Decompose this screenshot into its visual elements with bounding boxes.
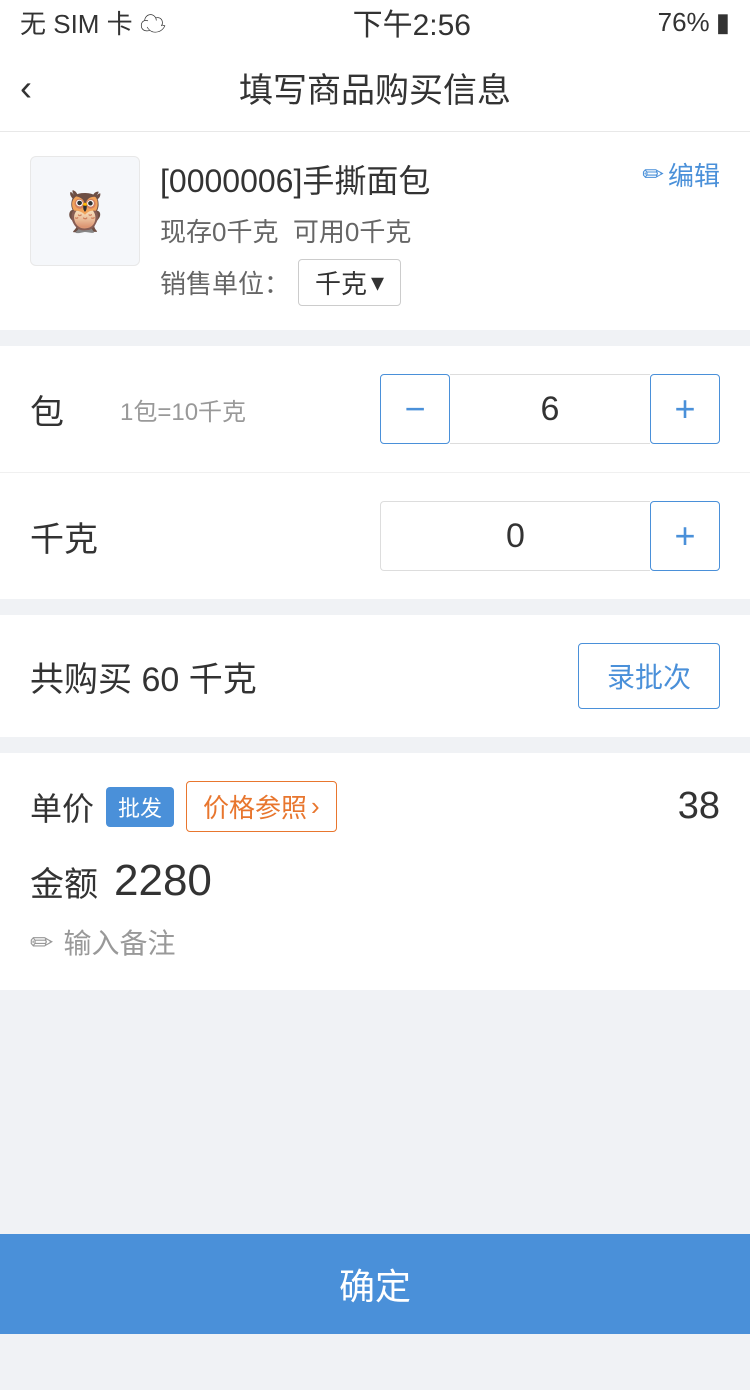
amount-row: 金额 2280 bbox=[30, 856, 720, 906]
confirm-bottom-bar[interactable]: 确定 bbox=[0, 1234, 750, 1334]
bao-input[interactable] bbox=[450, 374, 650, 444]
product-unit: 销售单位： 千克 ▾ bbox=[160, 259, 720, 306]
back-button[interactable]: ‹ bbox=[20, 67, 32, 109]
confirm-button[interactable]: 确定 bbox=[339, 1258, 411, 1310]
status-left: 无 SIM 卡 ☁ bbox=[20, 4, 166, 41]
nav-bar: ‹ 填写商品购买信息 bbox=[0, 44, 750, 132]
chevron-right-icon: › bbox=[311, 791, 320, 822]
summary-amount: 60 bbox=[141, 661, 188, 699]
kg-plus-button[interactable]: + bbox=[650, 501, 720, 571]
sim-signal: 无 SIM 卡 ☁ bbox=[20, 4, 166, 41]
quantity-bao-row: 包 1包=10千克 − + bbox=[0, 346, 750, 473]
battery-icon: ▮ bbox=[716, 7, 730, 38]
quantity-section: 包 1包=10千克 − + 千克 + bbox=[0, 346, 750, 599]
bao-plus-button[interactable]: + bbox=[650, 374, 720, 444]
page-title: 填写商品购买信息 bbox=[239, 63, 511, 112]
kg-input[interactable] bbox=[380, 501, 650, 571]
price-reference-button[interactable]: 价格参照 › bbox=[186, 781, 337, 832]
price-label: 单价 批发 价格参照 › bbox=[30, 781, 337, 832]
summary-text: 共购买 60 千克 bbox=[30, 652, 257, 701]
price-type-tag: 批发 bbox=[106, 787, 174, 827]
bao-label: 包 bbox=[30, 385, 110, 434]
bao-minus-button[interactable]: − bbox=[380, 374, 450, 444]
quantity-kg-row: 千克 + bbox=[0, 473, 750, 599]
edit-button[interactable]: ✏ 编辑 bbox=[642, 156, 720, 193]
price-value: 38 bbox=[678, 785, 720, 828]
chevron-down-icon: ▾ bbox=[371, 267, 384, 298]
product-name: [0000006]手撕面包 bbox=[160, 156, 430, 202]
note-placeholder: 输入备注 bbox=[63, 922, 175, 962]
price-section: 单价 批发 价格参照 › 38 金额 2280 ✏ 输入备注 bbox=[0, 753, 750, 990]
amount-label: 金额 bbox=[30, 857, 98, 906]
note-row[interactable]: ✏ 输入备注 bbox=[30, 922, 720, 962]
status-bar: 无 SIM 卡 ☁ 下午2:56 76% ▮ bbox=[0, 0, 750, 44]
status-right: 76% ▮ bbox=[658, 7, 730, 38]
edit-icon: ✏ bbox=[642, 159, 664, 190]
batch-button[interactable]: 录批次 bbox=[578, 643, 720, 709]
bao-hint: 1包=10千克 bbox=[120, 392, 380, 427]
status-time: 下午2:56 bbox=[353, 0, 471, 44]
kg-label: 千克 bbox=[30, 512, 110, 561]
product-info: [0000006]手撕面包 ✏ 编辑 现存0千克 可用0千克 销售单位： 千克 … bbox=[160, 156, 720, 306]
amount-value: 2280 bbox=[114, 856, 212, 906]
product-stock: 现存0千克 可用0千克 bbox=[160, 212, 720, 249]
kg-controls: + bbox=[380, 501, 720, 571]
product-card: 🦉 [0000006]手撕面包 ✏ 编辑 现存0千克 可用0千克 销售单位： 千… bbox=[0, 132, 750, 330]
unit-dropdown[interactable]: 千克 ▾ bbox=[298, 259, 401, 306]
battery-text: 76% bbox=[658, 7, 710, 38]
product-logo-icon: 🦉 bbox=[60, 188, 110, 235]
product-thumbnail: 🦉 bbox=[30, 156, 140, 266]
bao-controls: − + bbox=[380, 374, 720, 444]
price-row: 单价 批发 价格参照 › 38 bbox=[30, 781, 720, 832]
summary-section: 共购买 60 千克 录批次 bbox=[0, 615, 750, 737]
pencil-icon: ✏ bbox=[30, 926, 53, 959]
